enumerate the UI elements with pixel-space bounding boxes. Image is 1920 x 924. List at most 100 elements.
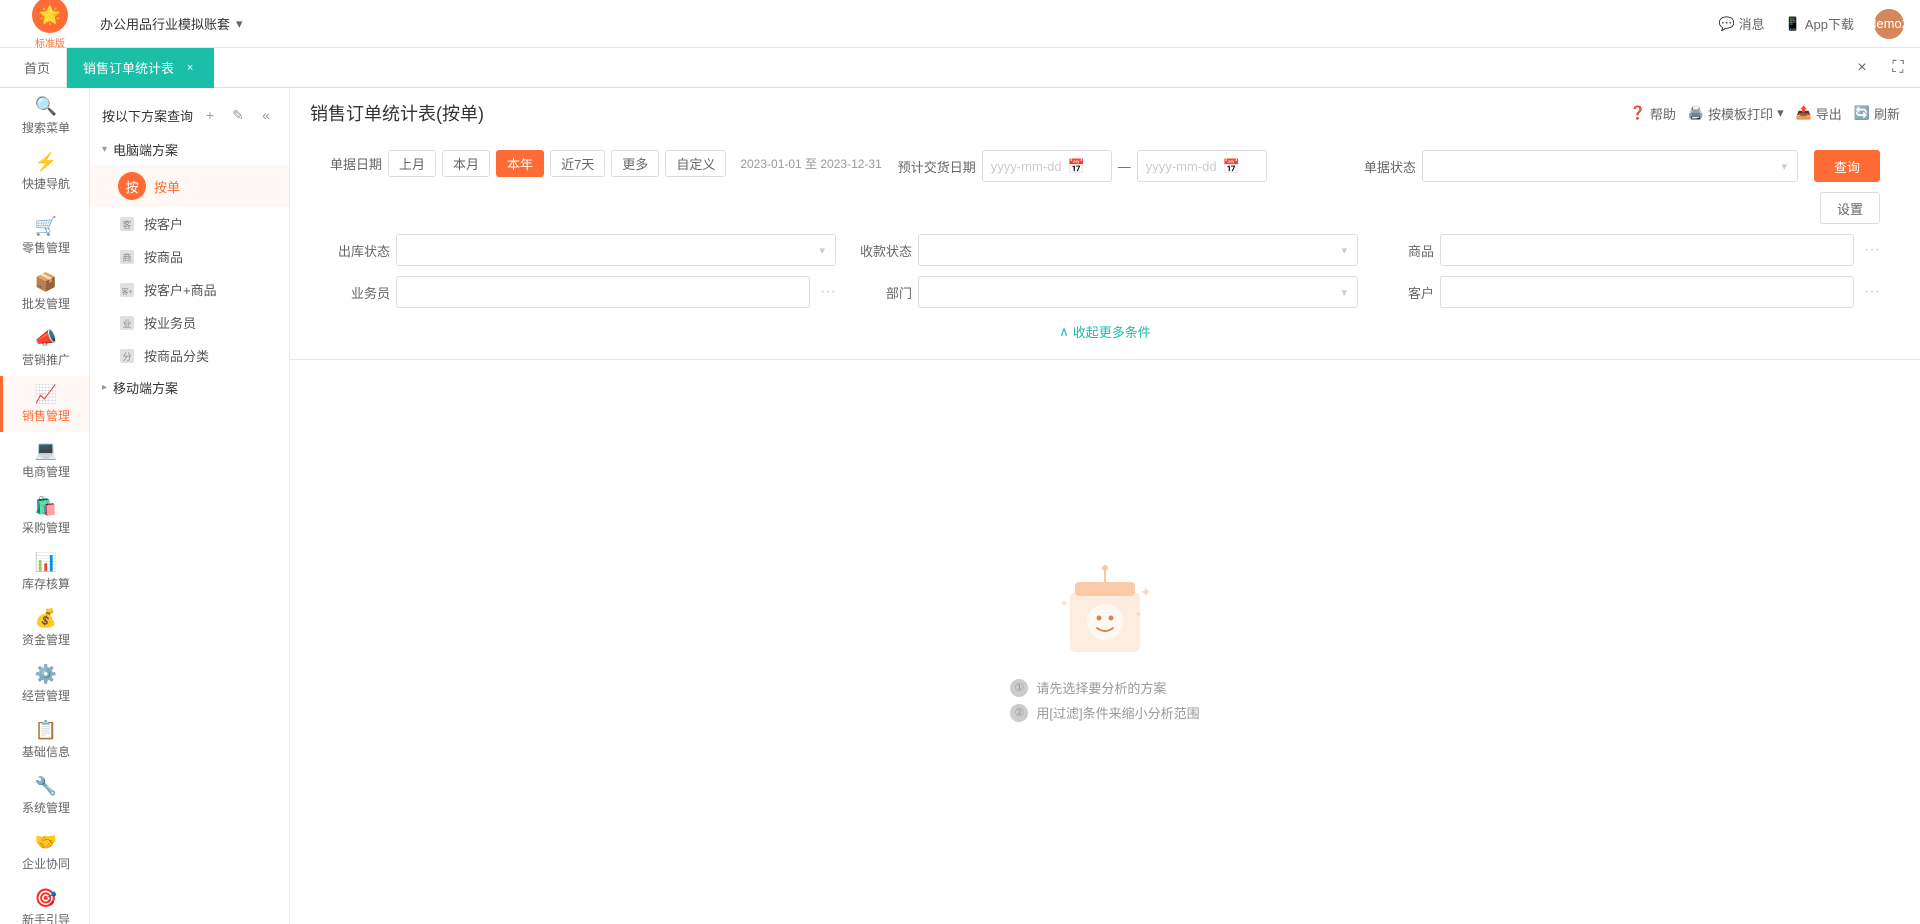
app-title-arrow: ▾ xyxy=(236,16,243,32)
sidebar-item-purchase[interactable]: 🛍️ 采购管理 xyxy=(0,488,89,544)
page-header: 销售订单统计表(按单) ❓ 帮助 🖨️ 按模板打印 ▾ 📤 xyxy=(290,88,1920,360)
empty-state: ✦ ✦ ✦ ① 请先选择要分析的方案 ② 用[过滤]条件来缩小分析范围 xyxy=(290,360,1920,924)
customer-more-icon[interactable]: ··· xyxy=(1864,283,1880,301)
app-download-button[interactable]: 📱 App下载 xyxy=(1785,14,1854,33)
system-icon: 🔧 xyxy=(35,776,57,797)
app-title[interactable]: 办公用品行业模拟账套 ▾ xyxy=(100,14,1702,33)
empty-tip-1-text: 请先选择要分析的方案 xyxy=(1036,678,1166,697)
scheme-edit-button[interactable]: ✎ xyxy=(227,104,249,126)
sidebar-item-sales[interactable]: 📈 销售管理 xyxy=(0,376,89,432)
logo-icon: 🌟 xyxy=(32,0,68,33)
scheme-group-header-mobile[interactable]: ▸ 移动端方案 xyxy=(90,372,289,403)
dept-label: 部门 xyxy=(852,283,912,302)
empty-tip-2-text: 用[过滤]条件来缩小分析范围 xyxy=(1036,703,1199,722)
sidebar-item-system[interactable]: 🔧 系统管理 xyxy=(0,768,89,824)
sidebar-item-wholesale[interactable]: 📦 批发管理 xyxy=(0,264,89,320)
tab-bar: 首页 销售订单统计表 × × ⛶ xyxy=(0,48,1920,88)
product-input[interactable] xyxy=(1440,234,1854,266)
marketing-icon: 📣 xyxy=(35,328,57,349)
scheme-collapse-button[interactable]: « xyxy=(255,104,277,126)
finance-icon: 💰 xyxy=(35,608,57,629)
custom-button[interactable]: 自定义 xyxy=(665,150,726,177)
sidebar-item-basic[interactable]: 📋 基础信息 xyxy=(0,712,89,768)
avatar[interactable]: demo2 xyxy=(1874,9,1904,39)
sidebar-item-inventory[interactable]: 📊 库存核算 xyxy=(0,544,89,600)
active-tab[interactable]: 销售订单统计表 × xyxy=(67,48,214,88)
export-button[interactable]: 📤 导出 xyxy=(1796,104,1842,123)
scheme-item-by-salesperson[interactable]: 业 按业务员 xyxy=(90,306,289,339)
sidebar-item-retail[interactable]: 🛒 零售管理 xyxy=(0,208,89,264)
top-bar: 🌟 标准版 办公用品行业模拟账套 ▾ 💬 消息 📱 App下载 demo2 xyxy=(0,0,1920,48)
refresh-button[interactable]: 🔄 刷新 xyxy=(1854,104,1900,123)
ship-status-arrow: ▾ xyxy=(819,244,825,257)
this-month-button[interactable]: 本月 xyxy=(442,150,490,177)
page-title: 销售订单统计表(按单) xyxy=(310,100,484,126)
scheme-add-button[interactable]: + xyxy=(199,104,221,126)
customer-input[interactable] xyxy=(1440,276,1854,308)
payment-status-select[interactable]: ▾ xyxy=(918,234,1358,266)
doc-status-select[interactable]: ▾ xyxy=(1422,150,1798,182)
settings-button[interactable]: 设置 xyxy=(1820,192,1880,224)
scheme-item-by-order[interactable]: 按 按单 xyxy=(90,165,289,207)
scheme-item-icon-by-customer-product: 客+ xyxy=(118,281,136,299)
salesperson-more-icon[interactable]: ··· xyxy=(820,283,836,301)
collapse-button[interactable]: ∧ 收起更多条件 xyxy=(1059,322,1151,341)
tab-expand-icon[interactable]: ⛶ xyxy=(1884,54,1912,82)
help-button[interactable]: ❓ 帮助 xyxy=(1630,104,1676,123)
print-arrow: ▾ xyxy=(1777,105,1784,121)
refresh-icon: 🔄 xyxy=(1854,105,1870,121)
sidebar-item-finance[interactable]: 💰 资金管理 xyxy=(0,600,89,656)
sidebar-item-marketing[interactable]: 📣 营销推广 xyxy=(0,320,89,376)
content-area: 按以下方案查询 + ✎ « ▾ 电脑端方案 按 按单 xyxy=(90,88,1920,924)
sidebar-item-newbie[interactable]: 🎯 新手引导 xyxy=(0,880,89,924)
date-separator: — xyxy=(1118,159,1131,174)
sidebar-item-ecommerce[interactable]: 💻 电商管理 xyxy=(0,432,89,488)
query-button[interactable]: 查询 xyxy=(1814,150,1880,182)
scheme-item-icon-by-order: 按 xyxy=(118,172,146,200)
sidebar: 🔍 搜索菜单 ⚡ 快捷导航 🛒 零售管理 📦 批发管理 📣 营销推广 📈 销售管… xyxy=(0,88,90,924)
scheme-item-by-category[interactable]: 分 按商品分类 xyxy=(90,339,289,372)
page-header-actions: ❓ 帮助 🖨️ 按模板打印 ▾ 📤 导出 � xyxy=(1630,104,1900,123)
doc-status-label: 单据状态 xyxy=(1356,157,1416,176)
svg-text:客: 客 xyxy=(122,219,131,230)
sidebar-item-enterprise[interactable]: 🤝 企业协同 xyxy=(0,824,89,880)
ship-status-select[interactable]: ▾ xyxy=(396,234,836,266)
expected-date-end-input[interactable]: yyyy-mm-dd 📅 xyxy=(1137,150,1267,182)
tab-close-button[interactable]: × xyxy=(182,60,198,76)
more-button[interactable]: 更多 xyxy=(611,150,659,177)
last-month-button[interactable]: 上月 xyxy=(388,150,436,177)
page-title-row: 销售订单统计表(按单) ❓ 帮助 🖨️ 按模板打印 ▾ 📤 xyxy=(310,100,1900,126)
tip-num-1: ① xyxy=(1010,679,1028,697)
scheme-panel-title: 按以下方案查询 xyxy=(102,106,193,125)
this-year-button[interactable]: 本年 xyxy=(496,150,544,177)
scheme-item-icon-by-salesperson: 业 xyxy=(118,314,136,332)
tab-minimize-icon[interactable]: × xyxy=(1848,54,1876,82)
main-content: 销售订单统计表(按单) ❓ 帮助 🖨️ 按模板打印 ▾ 📤 xyxy=(290,88,1920,924)
collapse-chevron-icon: ∧ xyxy=(1059,324,1069,340)
expected-date-start-input[interactable]: yyyy-mm-dd 📅 xyxy=(982,150,1112,182)
scheme-item-by-product[interactable]: 商 按商品 xyxy=(90,240,289,273)
scheme-group-header-pc[interactable]: ▾ 电脑端方案 xyxy=(90,134,289,165)
home-tab[interactable]: 首页 xyxy=(8,48,67,88)
salesperson-input[interactable] xyxy=(396,276,810,308)
active-tab-label: 销售订单统计表 xyxy=(83,58,174,77)
print-icon: 🖨️ xyxy=(1688,105,1704,121)
product-more-icon[interactable]: ··· xyxy=(1864,241,1880,259)
sidebar-item-search[interactable]: 🔍 搜索菜单 xyxy=(0,88,89,144)
dept-select[interactable]: ▾ xyxy=(918,276,1358,308)
scheme-mobile-arrow: ▸ xyxy=(102,382,107,393)
sidebar-item-operations[interactable]: ⚙️ 经营管理 xyxy=(0,656,89,712)
message-icon: 💬 xyxy=(1718,16,1734,32)
scheme-item-by-customer[interactable]: 客 按客户 xyxy=(90,207,289,240)
print-button[interactable]: 🖨️ 按模板打印 ▾ xyxy=(1688,104,1784,123)
last7-button[interactable]: 近7天 xyxy=(550,150,605,177)
scheme-item-by-customer-product[interactable]: 客+ 按客户+商品 xyxy=(90,273,289,306)
svg-text:业: 业 xyxy=(122,319,131,329)
retail-icon: 🛒 xyxy=(35,216,57,237)
inventory-icon: 📊 xyxy=(35,552,57,573)
tab-bar-right: × ⛶ xyxy=(1848,54,1920,82)
newbie-icon: 🎯 xyxy=(35,888,57,909)
message-button[interactable]: 💬 消息 xyxy=(1718,14,1764,33)
calendar-end-icon: 📅 xyxy=(1223,158,1240,175)
sidebar-item-quick-nav[interactable]: ⚡ 快捷导航 xyxy=(0,144,89,200)
